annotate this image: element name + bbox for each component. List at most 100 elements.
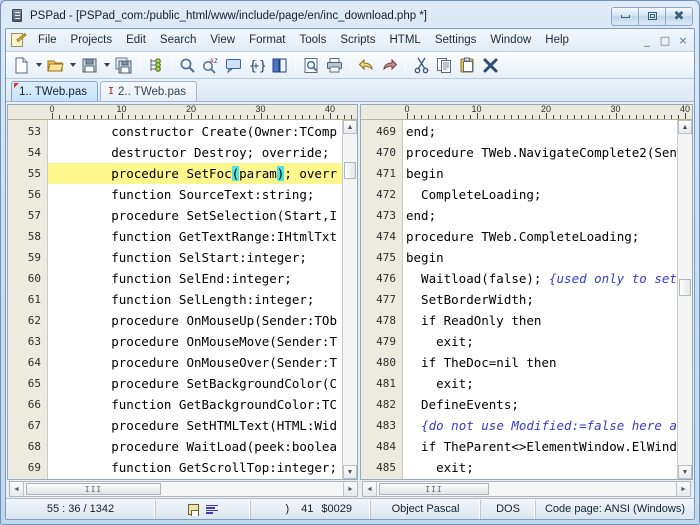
menu-item-edit[interactable]: Edit xyxy=(119,31,153,49)
code-line[interactable]: begin xyxy=(403,247,677,268)
code-text-left[interactable]: constructor Create(Owner:TComp destructo… xyxy=(48,120,342,479)
code-line[interactable]: procedure TWeb.CompleteLoading; xyxy=(403,226,677,247)
code-line[interactable]: procedure TWeb.NavigateComplete2(Sender:… xyxy=(403,142,677,163)
menu-item-projects[interactable]: Projects xyxy=(64,31,120,49)
code-text-right[interactable]: end;procedure TWeb.NavigateComplete2(Sen… xyxy=(403,120,677,479)
code-line[interactable]: Waitload(false); {used only to set up in xyxy=(403,268,677,289)
code-line[interactable]: procedure SetFoc(param); overr xyxy=(48,163,342,184)
code-line[interactable]: function GetScrollTop:integer; xyxy=(48,457,342,478)
save-all-button[interactable] xyxy=(112,54,134,76)
print-button[interactable] xyxy=(323,54,345,76)
code-line[interactable]: CompleteLoading; xyxy=(403,184,677,205)
code-line[interactable]: procedure SetBackgroundColor(C xyxy=(48,373,342,394)
code-line[interactable]: function SelStart:integer; xyxy=(48,247,342,268)
code-line[interactable]: if TheParent<>ElementWindow.ElWind then xyxy=(403,436,677,457)
code-line[interactable]: procedure WaitLoad(peek:boolea xyxy=(48,436,342,457)
mdi-restore-button[interactable]: □ xyxy=(656,32,674,48)
vertical-scrollbar-left[interactable]: ▲ ▼ xyxy=(342,120,357,479)
code-line[interactable]: constructor Create(Owner:TComp xyxy=(48,121,342,142)
tab-tweb-pas-2[interactable]: I 2.. TWeb.pas xyxy=(100,81,197,101)
code-line[interactable]: if ReadOnly then xyxy=(403,310,677,331)
menu-item-search[interactable]: Search xyxy=(153,31,203,49)
scroll-track[interactable] xyxy=(343,134,357,465)
horizontal-scrollbar-left[interactable]: ◄ III ► xyxy=(9,481,358,497)
code-line[interactable]: function SourceText:string; xyxy=(48,184,342,205)
editor-pane-left[interactable]: 010203040 535455565758596061626364656667… xyxy=(7,104,358,480)
code-line[interactable]: exit; xyxy=(403,457,677,478)
code-line[interactable]: procedure SetSelection(Start,I xyxy=(48,205,342,226)
code-line[interactable]: DefineEvents; xyxy=(403,394,677,415)
scroll-up-button[interactable]: ▲ xyxy=(343,120,357,134)
cut-button[interactable] xyxy=(410,54,432,76)
code-line[interactable]: procedure OnMouseUp(Sender:TOb xyxy=(48,310,342,331)
horizontal-scrollbar-right[interactable]: ◄ III ► xyxy=(362,481,691,497)
scroll-track[interactable]: III xyxy=(24,482,343,496)
scroll-track[interactable]: III xyxy=(377,482,676,496)
save-button[interactable] xyxy=(78,54,100,76)
menu-item-scripts[interactable]: Scripts xyxy=(333,31,382,49)
menu-item-tools[interactable]: Tools xyxy=(292,31,333,49)
status-syntax[interactable]: Object Pascal xyxy=(371,500,481,519)
new-file-button[interactable] xyxy=(10,54,32,76)
mdi-close-button[interactable]: × xyxy=(674,32,692,48)
code-line[interactable]: {do not use Modified:=false here as navi xyxy=(403,415,677,436)
print-preview-button[interactable] xyxy=(300,54,322,76)
code-line[interactable]: destructor Destroy; override; xyxy=(48,142,342,163)
scroll-thumb[interactable] xyxy=(344,162,356,179)
code-body-right[interactable]: 4694704714724734744754764774784794804814… xyxy=(361,120,692,479)
code-line[interactable]: function GetTextRange:IHtmlTxt xyxy=(48,226,342,247)
menu-item-format[interactable]: Format xyxy=(242,31,292,49)
code-line[interactable]: procedure SetScrollTop(ScrollT xyxy=(48,478,342,479)
code-line[interactable]: function SelEnd:integer; xyxy=(48,268,342,289)
undo-button[interactable] xyxy=(355,54,377,76)
code-line[interactable]: end; xyxy=(403,205,677,226)
open-file-button[interactable] xyxy=(44,54,66,76)
scroll-right-button[interactable]: ► xyxy=(676,482,690,496)
menu-item-window[interactable]: Window xyxy=(483,31,538,49)
menu-item-help[interactable]: Help xyxy=(538,31,576,49)
code-line[interactable]: begin xyxy=(403,163,677,184)
matching-brace-button[interactable]: { + } xyxy=(245,54,267,76)
new-file-dropdown[interactable] xyxy=(33,54,44,76)
paste-button[interactable] xyxy=(456,54,478,76)
code-line[interactable]: function SelLength:integer; xyxy=(48,289,342,310)
delete-button[interactable] xyxy=(479,54,501,76)
maximize-button[interactable] xyxy=(638,7,666,26)
scroll-down-button[interactable]: ▼ xyxy=(343,465,357,479)
menu-item-html[interactable]: HTML xyxy=(383,31,428,49)
preview-button[interactable] xyxy=(222,54,244,76)
vertical-scrollbar-right[interactable]: ▲ ▼ xyxy=(677,120,692,479)
code-line[interactable]: end; xyxy=(403,121,677,142)
code-line[interactable]: if TElWind(TheParent).GetState(CompNo)=s xyxy=(403,478,677,479)
scroll-left-button[interactable]: ◄ xyxy=(10,482,24,496)
scroll-right-button[interactable]: ► xyxy=(343,482,357,496)
close-button[interactable]: ✖ xyxy=(665,7,693,26)
scroll-thumb[interactable]: III xyxy=(379,483,489,495)
code-line[interactable]: if TheDoc=nil then xyxy=(403,352,677,373)
scroll-up-button[interactable]: ▲ xyxy=(678,120,692,134)
copy-button[interactable] xyxy=(433,54,455,76)
scroll-left-button[interactable]: ◄ xyxy=(363,482,377,496)
code-line[interactable]: exit; xyxy=(403,331,677,352)
open-file-dropdown[interactable] xyxy=(67,54,78,76)
scroll-track[interactable] xyxy=(678,134,692,465)
menu-item-view[interactable]: View xyxy=(203,31,242,49)
code-line[interactable]: procedure OnMouseMove(Sender:T xyxy=(48,331,342,352)
code-line[interactable]: SetBorderWidth; xyxy=(403,289,677,310)
code-explorer-button[interactable] xyxy=(144,54,166,76)
spell-check-button[interactable] xyxy=(268,54,290,76)
code-line[interactable]: procedure SetHTMLText(HTML:Wid xyxy=(48,415,342,436)
code-line[interactable]: function GetBackgroundColor:TC xyxy=(48,394,342,415)
status-code-page[interactable]: Code page: ANSI (Windows) xyxy=(536,500,694,519)
menu-item-settings[interactable]: Settings xyxy=(428,31,484,49)
scroll-down-button[interactable]: ▼ xyxy=(678,465,692,479)
editor-pane-right[interactable]: 010203040 469470471472473474475476477478… xyxy=(360,104,693,480)
status-line-ending[interactable]: DOS xyxy=(481,500,536,519)
replace-button[interactable]: A Z xyxy=(199,54,221,76)
mdi-minimize-button[interactable]: _ xyxy=(638,32,656,48)
code-body-left[interactable]: 5354555657585960616263646566676869707172… xyxy=(8,120,357,479)
scroll-thumb[interactable]: III xyxy=(26,483,161,495)
redo-button[interactable] xyxy=(378,54,400,76)
find-button[interactable] xyxy=(176,54,198,76)
save-dropdown[interactable] xyxy=(101,54,112,76)
